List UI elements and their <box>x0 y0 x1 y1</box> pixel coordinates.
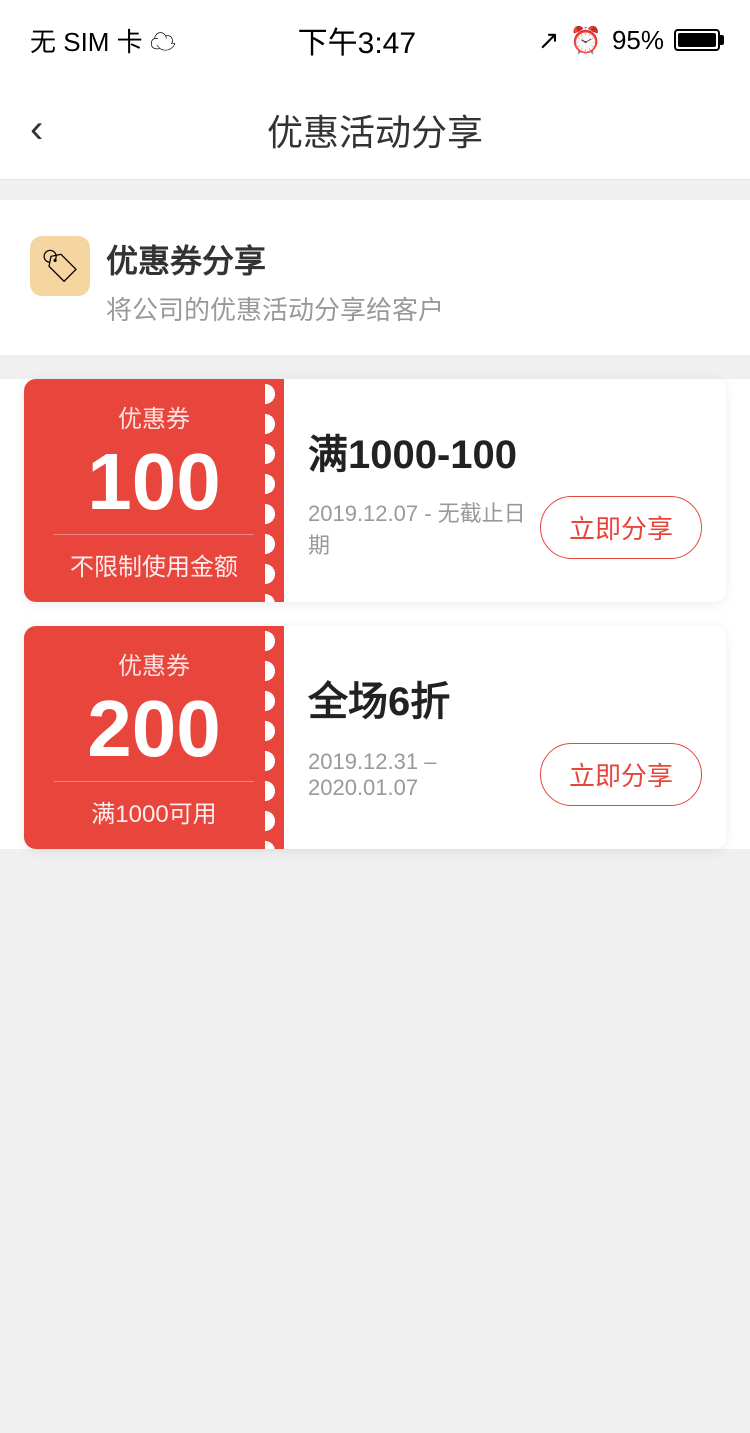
share-button-1[interactable]: 立即分享 <box>540 743 702 806</box>
status-bar: 无 SIM 卡 ☁ 下午3:47 ↗ ⏰ 95% <box>0 0 750 80</box>
page-title: 优惠活动分享 <box>267 104 483 156</box>
coupon-name-0: 满1000-100 <box>308 422 702 480</box>
coupon-condition-1: 满1000可用 <box>91 794 216 829</box>
section-icon: 🏷 <box>30 236 90 296</box>
section-subtitle: 将公司的优惠活动分享给客户 <box>106 290 444 327</box>
battery-fill <box>678 33 716 47</box>
coupon-type-0: 优惠券 <box>118 399 190 434</box>
sim-signal: 无 SIM 卡 ☁ <box>30 22 176 59</box>
coupon-type-1: 优惠券 <box>118 646 190 681</box>
status-time: 下午3:47 <box>298 18 416 62</box>
coupon-condition-0: 不限制使用金额 <box>70 547 238 582</box>
coupon-name-1: 全场6折 <box>308 669 702 727</box>
section-header: 🏷 优惠券分享 将公司的优惠活动分享给客户 <box>0 200 750 355</box>
bottom-area <box>0 873 750 1433</box>
back-button[interactable]: ‹ <box>30 107 43 152</box>
coupon-date-1: 2019.12.31 – 2020.01.07 <box>308 749 530 801</box>
coupon-item: 优惠券 100 不限制使用金额 满1000-100 2019.12.07 - 无… <box>24 379 726 602</box>
coupon-footer-1: 2019.12.31 – 2020.01.07 立即分享 <box>308 743 702 806</box>
status-right: ↗ ⏰ 95% <box>538 25 720 56</box>
coupon-date-0: 2019.12.07 - 无截止日期 <box>308 496 530 560</box>
coupon-left-1: 优惠券 200 满1000可用 <box>24 626 284 849</box>
battery-icon <box>674 29 720 51</box>
alarm-icon: ⏰ <box>570 25 602 56</box>
section-text: 优惠券分享 将公司的优惠活动分享给客户 <box>106 236 444 327</box>
coupon-divider-1 <box>54 781 254 782</box>
share-button-0[interactable]: 立即分享 <box>540 496 702 559</box>
coupon-left-0: 优惠券 100 不限制使用金额 <box>24 379 284 602</box>
coupon-amount-1: 200 <box>87 689 220 769</box>
coupon-divider-0 <box>54 534 254 535</box>
coupon-list: 优惠券 100 不限制使用金额 满1000-100 2019.12.07 - 无… <box>0 379 750 849</box>
coupon-item: 优惠券 200 满1000可用 全场6折 2019.12.31 – 2020.0… <box>24 626 726 849</box>
coupon-right-1: 全场6折 2019.12.31 – 2020.01.07 立即分享 <box>284 626 726 849</box>
coupon-amount-0: 100 <box>87 442 220 522</box>
coupon-footer-0: 2019.12.07 - 无截止日期 立即分享 <box>308 496 702 560</box>
coupon-right-0: 满1000-100 2019.12.07 - 无截止日期 立即分享 <box>284 379 726 602</box>
battery-percent: 95% <box>612 25 664 56</box>
section-title: 优惠券分享 <box>106 236 444 282</box>
nav-bar: ‹ 优惠活动分享 <box>0 80 750 180</box>
location-icon: ↗ <box>538 25 560 56</box>
status-left: 无 SIM 卡 ☁ <box>30 22 176 59</box>
